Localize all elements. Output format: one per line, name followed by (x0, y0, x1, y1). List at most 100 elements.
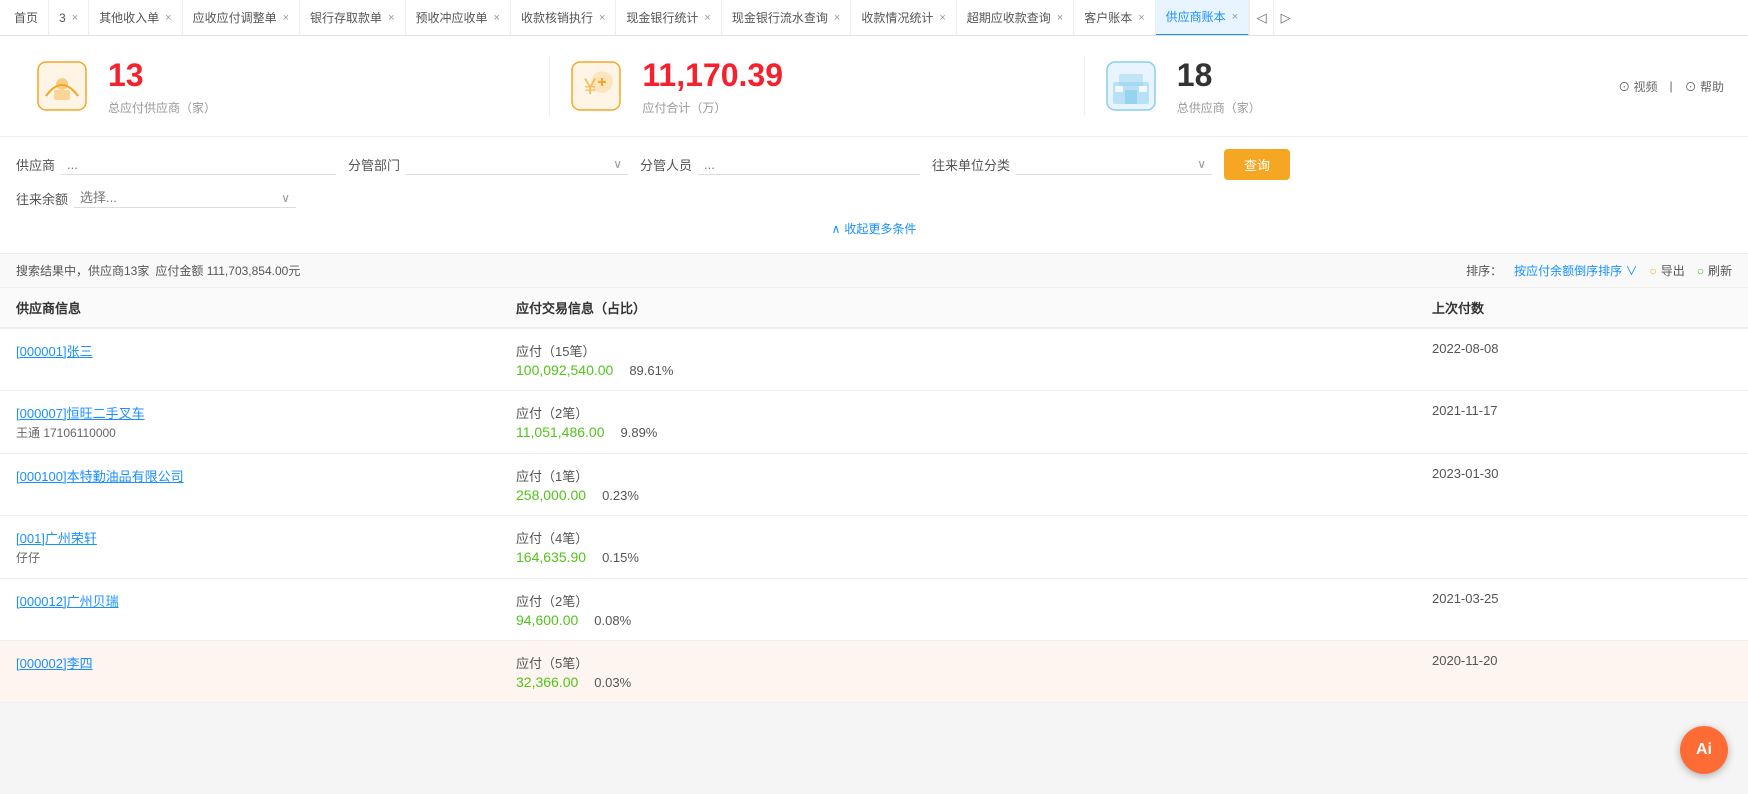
close-icon[interactable]: × (165, 12, 171, 24)
category-select-wrapper[interactable]: ∨ (1016, 155, 1212, 175)
result-info-prefix: 搜索结果中，供应商13家 (16, 262, 149, 279)
divider-text: | (1670, 79, 1673, 93)
supplier-link[interactable]: [001]广州荣轩 (16, 528, 516, 547)
total-payable-suppliers-label: 总应付供应商（家） (108, 99, 216, 116)
export-action[interactable]: ○ 导出 (1649, 262, 1684, 279)
payable-amount-row: 258,000.00 0.23% (516, 487, 1432, 503)
result-bar: 搜索结果中，供应商13家 应付金额 111,703,854.00元 排序： 按应… (0, 254, 1748, 288)
close-icon[interactable]: × (599, 12, 605, 24)
nav-tab-receipt-stat-label: 收款情况统计 (861, 9, 933, 26)
supplier-link[interactable]: [000001]张三 (16, 341, 516, 360)
supplier-filter-label: 供应商 (16, 155, 55, 174)
payable-percent: 9.89% (621, 425, 658, 440)
ai-button[interactable]: Ai (1680, 726, 1728, 774)
total-payable-amount-label: 应付合计（万） (642, 99, 783, 116)
nav-tab-cash-bank-query-label: 现金银行流水查询 (732, 9, 828, 26)
sort-value[interactable]: 按应付余额倒序排序 ∨ (1514, 262, 1637, 279)
person-select-wrapper[interactable] (698, 155, 920, 175)
supplier-link[interactable]: [000007]恒旺二手叉车 (16, 403, 516, 422)
nav-tab-overdue-ar[interactable]: 超期应收款查询 × (957, 0, 1074, 36)
supplier-link[interactable]: [000100]本特勤油品有限公司 (16, 466, 516, 485)
close-icon[interactable]: × (72, 12, 78, 24)
payable-amount[interactable]: 164,635.90 (516, 549, 586, 565)
filter-category: 往来单位分类 ∨ (932, 155, 1212, 175)
help-link[interactable]: ⊙ 帮助 (1685, 78, 1724, 95)
category-filter-label: 往来单位分类 (932, 155, 1010, 174)
supplier-input-wrapper[interactable] (61, 155, 336, 175)
payable-amount[interactable]: 100,092,540.00 (516, 362, 613, 378)
close-icon[interactable]: × (283, 12, 289, 24)
payable-amount[interactable]: 258,000.00 (516, 487, 586, 503)
nav-tab-bank-deposit-label: 银行存取款单 (310, 9, 382, 26)
payable-amount-row: 32,366.00 0.03% (516, 674, 1432, 690)
nav-arrow-right[interactable]: ▷ (1273, 0, 1297, 36)
close-icon[interactable]: × (1232, 11, 1238, 23)
nav-tab-customer-book[interactable]: 客户账本 × (1074, 0, 1155, 36)
nav-tab-prepay-ar-label: 预收冲应收单 (416, 9, 488, 26)
nav-tab-receipt-verify[interactable]: 收款核销执行 × (511, 0, 616, 36)
nav-arrow-left[interactable]: ◁ (1249, 0, 1273, 36)
table-header: 供应商信息 应付交易信息（占比） 上次付数 (0, 288, 1748, 329)
filter-row-1: 供应商 分管部门 ∨ 分管人员 往来单位分类 ∨ (16, 149, 1732, 180)
supplier-link[interactable]: [000012]广州贝瑞 (16, 591, 516, 610)
table-row: [001]广州荣轩 仔仔 应付（4笔） 164,635.90 0.15% (0, 516, 1748, 579)
close-icon[interactable]: × (1138, 12, 1144, 24)
nav-tab-other-income[interactable]: 其他收入单 × (89, 0, 182, 36)
category-input[interactable] (1022, 157, 1197, 172)
payable-amount[interactable]: 94,600.00 (516, 612, 578, 628)
balance-select-wrapper[interactable]: ∨ (74, 188, 296, 208)
close-icon[interactable]: × (1057, 12, 1063, 24)
nav-tab-bank-deposit[interactable]: 银行存取款单 × (300, 0, 405, 36)
nav-tab-prepay-ar[interactable]: 预收冲应收单 × (406, 0, 511, 36)
collapse-icon: ∧ (832, 222, 841, 236)
refresh-action[interactable]: ○ 刷新 (1697, 262, 1732, 279)
nav-tab-ar-ap-adjust[interactable]: 应收应付调整单 × (183, 0, 300, 36)
result-info: 搜索结果中，供应商13家 应付金额 111,703,854.00元 (16, 262, 300, 279)
nav-tab-cash-bank-query[interactable]: 现金银行流水查询 × (722, 0, 851, 36)
last-pay-cell: 2020-11-20 (1432, 651, 1732, 670)
close-icon[interactable]: × (494, 12, 500, 24)
payable-label: 应付（2笔） (516, 403, 1432, 422)
supplier-input[interactable] (67, 157, 330, 172)
sort-arrow: ∨ (1625, 264, 1637, 278)
nav-tab-customer-book-label: 客户账本 (1084, 9, 1132, 26)
table-row: [000100]本特勤油品有限公司 应付（1笔） 258,000.00 0.23… (0, 454, 1748, 516)
card1-content: 13 总应付供应商（家） (108, 56, 216, 115)
payable-info-cell: 应付（1笔） 258,000.00 0.23% (516, 464, 1432, 505)
close-icon[interactable]: × (834, 12, 840, 24)
filter-person: 分管人员 (640, 155, 920, 175)
close-icon[interactable]: × (388, 12, 394, 24)
person-input[interactable] (704, 157, 914, 172)
nav-tab-supplier-book[interactable]: 供应商账本 × (1156, 0, 1249, 36)
nav-tab-receipt-stat[interactable]: 收款情况统计 × (851, 0, 956, 36)
sort-label: 排序： (1466, 262, 1502, 279)
collapse-bar[interactable]: ∧ 收起更多条件 (16, 216, 1732, 241)
refresh-label: 刷新 (1708, 262, 1732, 279)
last-pay-date: 2020-11-20 (1432, 653, 1498, 668)
nav-tab-home[interactable]: 首页 (4, 0, 49, 36)
search-button[interactable]: 查询 (1224, 149, 1290, 180)
supplier-link[interactable]: [000002]李四 (16, 653, 516, 672)
last-pay-date: 2021-11-17 (1432, 403, 1498, 418)
help-area: ⊙ 视频 | ⊙ 帮助 (1618, 78, 1732, 95)
supplier-info-cell: [000100]本特勤油品有限公司 (16, 464, 516, 487)
nav-tab-3[interactable]: 3 × (49, 0, 89, 36)
close-icon[interactable]: × (939, 12, 945, 24)
dept-select-wrapper[interactable]: ∨ (406, 155, 628, 175)
balance-input[interactable] (80, 190, 281, 205)
payable-amount[interactable]: 32,366.00 (516, 674, 578, 690)
payable-percent: 89.61% (629, 363, 673, 378)
payable-amount[interactable]: 11,051,486.00 (516, 424, 605, 440)
total-supplier-icon (1101, 56, 1161, 116)
table-row: [000007]恒旺二手叉车 王通 17106110000 应付（2笔） 11,… (0, 391, 1748, 454)
dept-input[interactable] (412, 157, 613, 172)
table-row: [000012]广州贝瑞 应付（2笔） 94,600.00 0.08% 2021… (0, 579, 1748, 641)
summary-section: 13 总应付供应商（家） ¥ 11,170.39 应付合计（万） (0, 36, 1748, 137)
last-pay-date: 2021-03-25 (1432, 591, 1499, 606)
payable-info-cell: 应付（15笔） 100,092,540.00 89.61% (516, 339, 1432, 380)
balance-dropdown-arrow: ∨ (281, 191, 290, 205)
close-icon[interactable]: × (704, 12, 710, 24)
payable-info-cell: 应付（2笔） 11,051,486.00 9.89% (516, 401, 1432, 442)
nav-tab-cash-bank-stat[interactable]: 现金银行统计 × (616, 0, 721, 36)
video-link[interactable]: ⊙ 视频 (1618, 78, 1657, 95)
